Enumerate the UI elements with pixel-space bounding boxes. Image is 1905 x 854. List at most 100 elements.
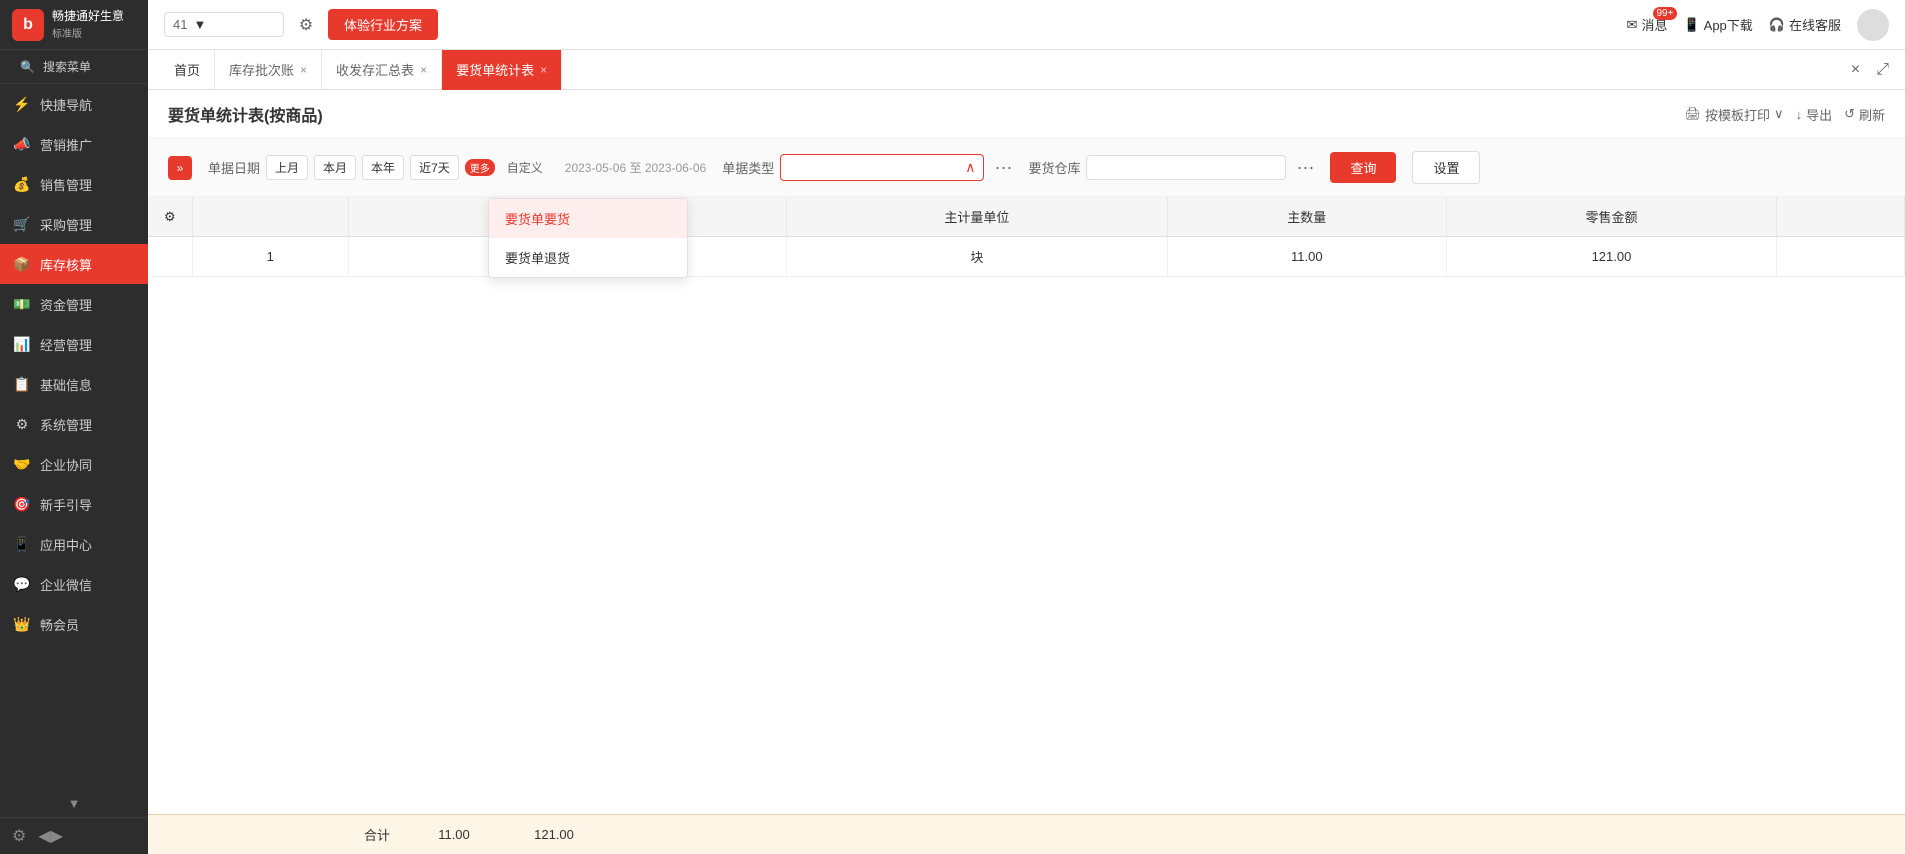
tab-inventory-batch[interactable]: 库存批次账 ×	[215, 50, 322, 90]
filter-expand-btn[interactable]: »	[168, 156, 192, 180]
date-custom-btn[interactable]: 自定义	[501, 156, 549, 179]
sidebar-item-quick-nav[interactable]: ⚡ 快捷导航	[0, 84, 148, 124]
tab-close-all-icon[interactable]: ×	[1847, 57, 1864, 83]
wechat-icon: 💬	[12, 574, 32, 594]
tab-bar: 首页 库存批次账 × 收发存汇总表 × 要货单统计表 × × ⤢	[148, 50, 1905, 90]
date-filter-label: 单据日期	[208, 158, 260, 177]
date-this-month-btn[interactable]: 本月	[314, 155, 356, 180]
marketing-icon: 📣	[12, 134, 32, 154]
sidebar-item-purchase[interactable]: 🛒 采购管理	[0, 204, 148, 244]
sidebar-item-basic[interactable]: 📋 基础信息	[0, 364, 148, 404]
service-item[interactable]: 🎧 在线客服	[1769, 15, 1841, 34]
warehouse-input[interactable]	[1095, 160, 1277, 175]
sidebar-label-sales: 销售管理	[40, 175, 92, 194]
sales-icon: 💰	[12, 174, 32, 194]
user-avatar[interactable]	[1857, 9, 1889, 41]
refresh-action[interactable]: ↺ 刷新	[1844, 105, 1885, 124]
sidebar-label-finance: 资金管理	[40, 295, 92, 314]
sidebar-item-inventory[interactable]: 📦 库存核算	[0, 244, 148, 284]
col-qty: 主数量	[1167, 197, 1446, 237]
sidebar-item-guide[interactable]: 🎯 新手引导	[0, 484, 148, 524]
enterprise-icon: 🤝	[12, 454, 32, 474]
sidebar-item-sales[interactable]: 💰 销售管理	[0, 164, 148, 204]
date-last-7days-btn[interactable]: 近7天	[410, 155, 459, 180]
sidebar-bottom: ⚙ ◀▶	[0, 817, 148, 854]
sidebar-item-member[interactable]: 👑 畅会员	[0, 604, 148, 644]
tab-inventory-batch-label: 库存批次账	[229, 60, 294, 79]
print-icon: 🖨	[1685, 106, 1702, 122]
sidebar-label-basic: 基础信息	[40, 375, 92, 394]
page-title-bar: 要货单统计表(按商品) 🖨 按模板打印 ∨ ↓ 导出 ↺ 刷新	[148, 90, 1905, 139]
dropdown-item-order[interactable]: 要货单要货	[489, 199, 687, 238]
row-num: 1	[192, 237, 348, 277]
footer-qty: 11.00	[404, 827, 504, 842]
sidebar-label-inventory: 库存核算	[40, 255, 92, 274]
sidebar-label-operations: 经营管理	[40, 335, 92, 354]
print-expand-icon: ∨	[1774, 106, 1784, 122]
sidebar-label-enterprise: 企业协同	[40, 455, 92, 474]
phone-icon: 📱	[1683, 17, 1699, 33]
sidebar-item-operations[interactable]: 📊 经营管理	[0, 324, 148, 364]
dropdown-item-return[interactable]: 要货单退货	[489, 238, 687, 277]
sidebar-item-marketing[interactable]: 📣 营销推广	[0, 124, 148, 164]
header-settings-btn[interactable]: ⚙	[292, 11, 320, 39]
sidebar-item-finance[interactable]: 💵 资金管理	[0, 284, 148, 324]
logo-text: 畅捷通好生意 标准版	[52, 9, 124, 40]
row-amount: 121.00	[1447, 237, 1777, 277]
sidebar-scroll-down[interactable]: ▼	[0, 790, 148, 817]
sidebar-label-member: 畅会员	[40, 615, 79, 634]
logo-icon: b	[12, 9, 44, 41]
sidebar-item-wechat[interactable]: 💬 企业微信	[0, 564, 148, 604]
table-container: ⚙ 商品 主计量单位 主数量 零售金额 1	[148, 197, 1905, 814]
app-edition: 标准版	[52, 25, 124, 40]
store-selector[interactable]: 41 ▼	[164, 12, 284, 37]
sidebar-item-appstore[interactable]: 📱 应用中心	[0, 524, 148, 564]
type-more-btn[interactable]: ···	[994, 157, 1012, 178]
sidebar-item-enterprise[interactable]: 🤝 企业协同	[0, 444, 148, 484]
footer-amount: 121.00	[504, 827, 604, 842]
date-last-month-btn[interactable]: 上月	[266, 155, 308, 180]
settings-icon[interactable]: ⚙	[12, 826, 26, 846]
col-num	[192, 197, 348, 237]
warehouse-more-btn[interactable]: ···	[1296, 157, 1314, 178]
date-this-year-btn[interactable]: 本年	[362, 155, 404, 180]
sidebar-item-system[interactable]: ⚙ 系统管理	[0, 404, 148, 444]
type-caret-icon: ∧	[965, 159, 975, 176]
type-filter-group: 单据类型 ∧ ···	[722, 154, 1012, 181]
tab-recv-summary-close[interactable]: ×	[420, 63, 427, 77]
tab-home[interactable]: 首页	[160, 50, 215, 90]
tab-restore-icon[interactable]: ⤢	[1872, 57, 1893, 83]
tab-order-summary-close[interactable]: ×	[540, 63, 547, 77]
type-filter-label: 单据类型	[722, 158, 774, 177]
warehouse-field[interactable]	[1086, 155, 1286, 180]
tab-inventory-batch-close[interactable]: ×	[300, 63, 307, 77]
sidebar-label-purchase: 采购管理	[40, 215, 92, 234]
column-settings-icon[interactable]: ⚙	[164, 209, 176, 224]
basic-icon: 📋	[12, 374, 32, 394]
set-button[interactable]: 设置	[1412, 151, 1480, 184]
quick-nav-icon: ⚡	[12, 94, 32, 114]
tab-recv-summary[interactable]: 收发存汇总表 ×	[322, 50, 442, 90]
type-input[interactable]	[789, 160, 965, 175]
col-settings[interactable]: ⚙	[148, 197, 192, 237]
row-extra	[1776, 237, 1904, 277]
table-footer: 合计 11.00 121.00	[148, 814, 1905, 854]
member-icon: 👑	[12, 614, 32, 634]
messages-item[interactable]: ✉ 消息 99+	[1627, 15, 1668, 34]
type-dropdown[interactable]: ∧	[780, 154, 984, 181]
query-button[interactable]: 查询	[1330, 152, 1396, 183]
export-action[interactable]: ↓ 导出	[1796, 105, 1833, 124]
app-download-item[interactable]: 📱 App下载	[1683, 15, 1752, 34]
sidebar: b 畅捷通好生意 标准版 🔍 搜索菜单 ⚡ 快捷导航 📣 营销推广 💰 销售管理…	[0, 0, 148, 854]
system-icon: ⚙	[12, 414, 32, 434]
sidebar-search[interactable]: 🔍 搜索菜单	[0, 50, 148, 84]
tab-recv-summary-label: 收发存汇总表	[336, 60, 414, 79]
collapse-icon[interactable]: ◀▶	[38, 826, 63, 846]
trial-button[interactable]: 体验行业方案	[328, 9, 438, 40]
operations-icon: 📊	[12, 334, 32, 354]
print-action[interactable]: 🖨 按模板打印 ∨	[1685, 105, 1784, 124]
export-icon: ↓	[1796, 107, 1803, 122]
table-body: 1 块 11.00 121.00	[148, 237, 1905, 277]
tab-order-summary[interactable]: 要货单统计表 ×	[442, 50, 562, 90]
date-more-badge[interactable]: 更多	[465, 159, 495, 176]
